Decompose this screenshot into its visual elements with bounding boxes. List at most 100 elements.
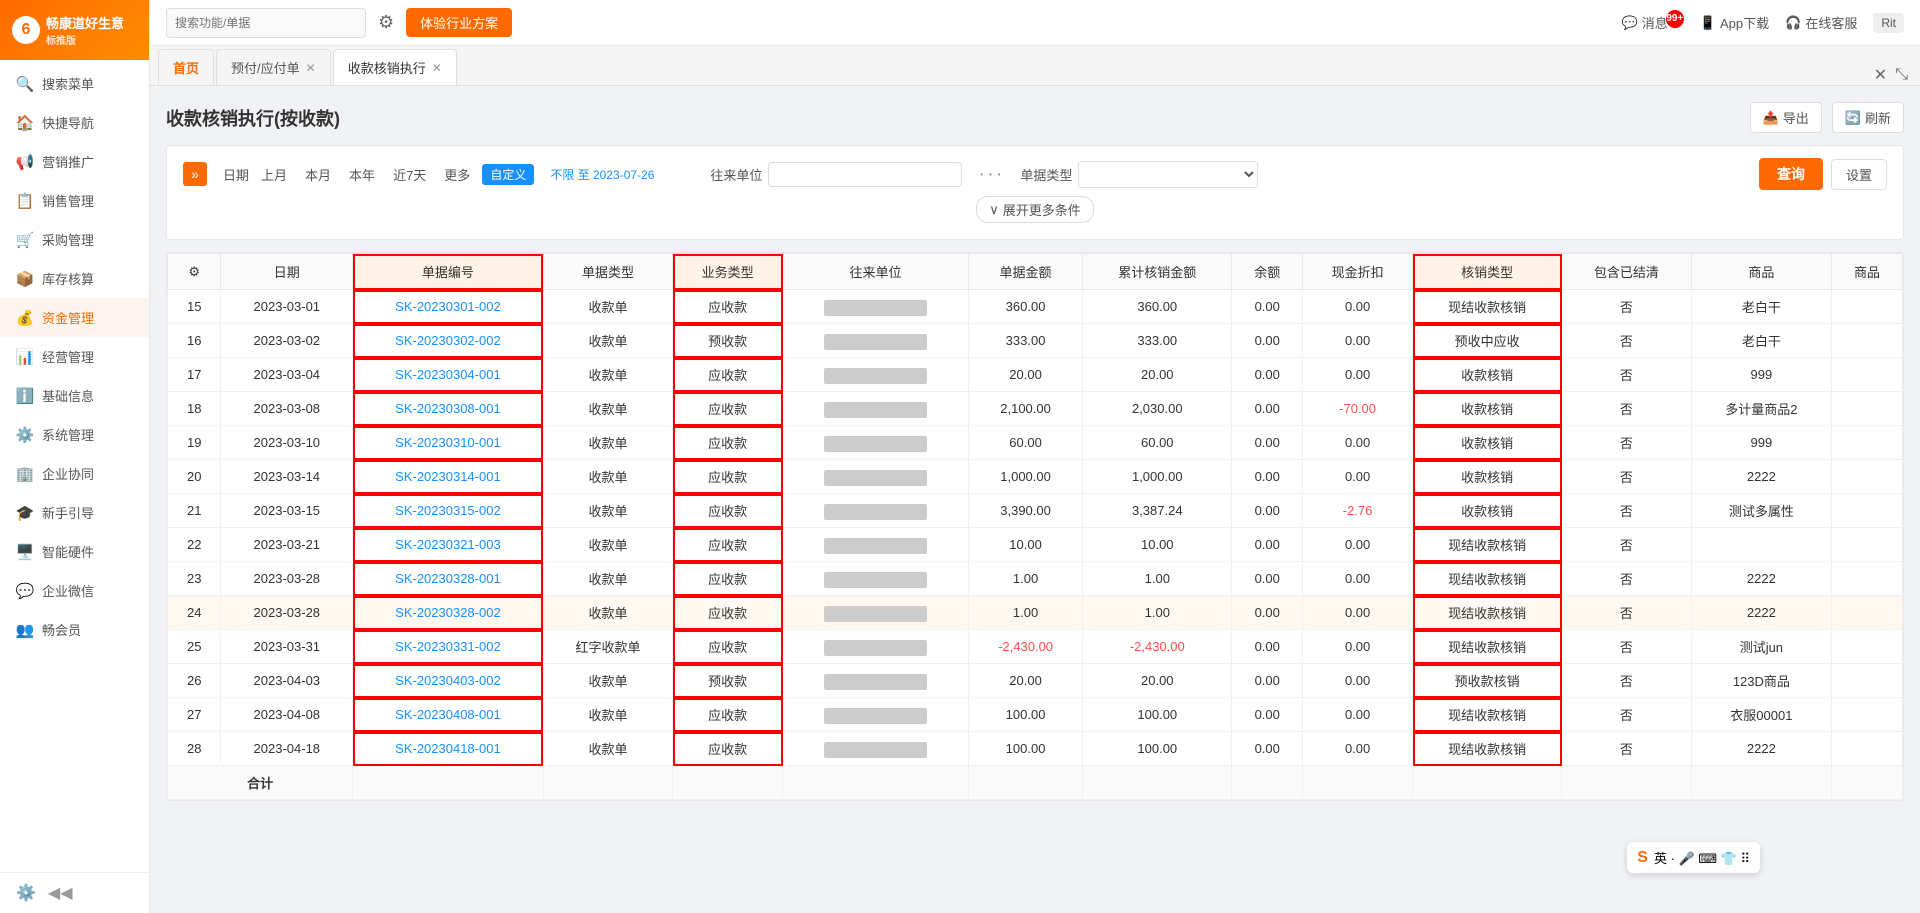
col-discount[interactable]: 现金折扣 <box>1303 254 1413 290</box>
sidebar-item-search[interactable]: 🔍 搜索菜单 <box>0 64 149 103</box>
table-row[interactable]: 24 2023-03-28 SK-20230328-002 收款单 应收款 ██… <box>168 596 1903 630</box>
cell-write-off-type: 现结收款核销 <box>1413 630 1562 664</box>
col-counterpart[interactable]: 往来单位 <box>783 254 969 290</box>
cell-biz-type: 应收款 <box>673 290 783 324</box>
solution-button[interactable]: 体验行业方案 <box>406 8 512 37</box>
sidebar-item-hardware[interactable]: 🖥️ 智能硬件 <box>0 532 149 571</box>
close-payable-tab[interactable]: ✕ <box>306 61 316 75</box>
table-row[interactable]: 25 2023-03-31 SK-20230331-002 红字收款单 应收款 … <box>168 630 1903 664</box>
sidebar-item-sales[interactable]: 📋 销售管理 <box>0 181 149 220</box>
table-row[interactable]: 26 2023-04-03 SK-20230403-002 收款单 预收款 ██… <box>168 664 1903 698</box>
gear-icon[interactable]: ⚙ <box>378 12 394 33</box>
voucher-link[interactable]: SK-20230328-001 <box>395 571 501 586</box>
sidebar-item-marketing[interactable]: 📢 营销推广 <box>0 142 149 181</box>
voucher-link[interactable]: SK-20230315-002 <box>395 503 501 518</box>
tab-payable[interactable]: 预付/应付单 ✕ <box>216 49 331 85</box>
voucher-link[interactable]: SK-20230408-001 <box>395 707 501 722</box>
col-date[interactable]: 日期 <box>221 254 353 290</box>
export-button[interactable]: 📤 导出 <box>1750 102 1822 133</box>
sidebar-item-finance[interactable]: 💰 资金管理 <box>0 298 149 337</box>
table-row[interactable]: 23 2023-03-28 SK-20230328-001 收款单 应收款 ██… <box>168 562 1903 596</box>
close-receipt-tab[interactable]: ✕ <box>432 61 442 75</box>
col-amount[interactable]: 单据金额 <box>968 254 1082 290</box>
col-gear[interactable]: ⚙ <box>168 254 221 290</box>
table-row[interactable]: 18 2023-03-08 SK-20230308-001 收款单 应收款 ██… <box>168 392 1903 426</box>
voucher-link[interactable]: SK-20230304-001 <box>395 367 501 382</box>
table-row[interactable]: 15 2023-03-01 SK-20230301-002 收款单 应收款 ██… <box>168 290 1903 324</box>
date-this-year[interactable]: 本年 <box>343 163 381 186</box>
date-custom-button[interactable]: 自定义 <box>482 164 534 185</box>
refresh-button[interactable]: 🔄 刷新 <box>1832 102 1904 133</box>
table-row[interactable]: 20 2023-03-14 SK-20230314-001 收款单 应收款 ██… <box>168 460 1903 494</box>
counterpart-input[interactable] <box>768 162 962 187</box>
sidebar-item-member[interactable]: 👥 畅会员 <box>0 610 149 649</box>
guide-icon: 🎓 <box>16 504 34 522</box>
collapse-icon[interactable]: ◀◀ <box>48 883 73 903</box>
col-voucher-type[interactable]: 单据类型 <box>543 254 673 290</box>
col-write-off[interactable]: 累计核销金额 <box>1083 254 1232 290</box>
cell-write-off-type: 现结收款核销 <box>1413 562 1562 596</box>
service-action[interactable]: 🎧 在线客服 <box>1785 13 1857 32</box>
cell-amount: 10.00 <box>968 528 1082 562</box>
voucher-type-select[interactable] <box>1078 161 1258 188</box>
close-tab-button[interactable]: ✕ <box>1874 65 1887 85</box>
date-more[interactable]: 更多 <box>438 163 476 186</box>
date-7days[interactable]: 近7天 <box>387 163 432 186</box>
voucher-link[interactable]: SK-20230308-001 <box>395 401 501 416</box>
sidebar-item-wechat[interactable]: 💬 企业微信 <box>0 571 149 610</box>
voucher-link[interactable]: SK-20230310-001 <box>395 435 501 450</box>
sidebar-item-system[interactable]: ⚙️ 系统管理 <box>0 415 149 454</box>
table-row[interactable]: 17 2023-03-04 SK-20230304-001 收款单 应收款 ██… <box>168 358 1903 392</box>
expand-button[interactable]: ∨ 展开更多条件 <box>976 196 1094 223</box>
table-row[interactable]: 19 2023-03-10 SK-20230310-001 收款单 应收款 ██… <box>168 426 1903 460</box>
service-icon: 🎧 <box>1785 15 1801 31</box>
sidebar-item-operations[interactable]: 📊 经营管理 <box>0 337 149 376</box>
sidebar: 6 畅康道好生意 标推版 🔍 搜索菜单 🏠 快捷导航 📢 营销推广 📋 销售管理… <box>0 0 150 913</box>
voucher-link[interactable]: SK-20230321-003 <box>395 537 501 552</box>
voucher-link[interactable]: SK-20230418-001 <box>395 741 501 756</box>
filter-toggle-button[interactable]: » <box>183 162 207 186</box>
settings-button[interactable]: 设置 <box>1831 159 1887 190</box>
user-avatar[interactable]: Rit <box>1873 13 1904 33</box>
tab-receipt[interactable]: 收款核销执行 ✕ <box>333 49 457 85</box>
receipt-tab-label: 收款核销执行 <box>348 58 426 77</box>
sidebar-item-basic[interactable]: ℹ️ 基础信息 <box>0 376 149 415</box>
cell-discount: 0.00 <box>1303 528 1413 562</box>
app-download-action[interactable]: 📱 App下载 <box>1700 13 1769 32</box>
table-row[interactable]: 22 2023-03-21 SK-20230321-003 收款单 应收款 ██… <box>168 528 1903 562</box>
col-write-off-type[interactable]: 核销类型 <box>1413 254 1562 290</box>
message-action[interactable]: 💬 消息 99+ <box>1622 13 1684 32</box>
table-row[interactable]: 16 2023-03-02 SK-20230302-002 收款单 预收款 ██… <box>168 324 1903 358</box>
voucher-link[interactable]: SK-20230328-002 <box>395 605 501 620</box>
sidebar-item-guide[interactable]: 🎓 新手引导 <box>0 493 149 532</box>
voucher-link[interactable]: SK-20230314-001 <box>395 469 501 484</box>
cell-balance: 0.00 <box>1232 596 1303 630</box>
sidebar-item-purchase[interactable]: 🛒 采购管理 <box>0 220 149 259</box>
query-button[interactable]: 查询 <box>1759 158 1823 190</box>
sidebar-item-inventory[interactable]: 📦 库存核算 <box>0 259 149 298</box>
voucher-link[interactable]: SK-20230302-002 <box>395 333 501 348</box>
sidebar-item-shortcut[interactable]: 🏠 快捷导航 <box>0 103 149 142</box>
col-voucher-no[interactable]: 单据编号 <box>353 254 544 290</box>
table-row[interactable]: 21 2023-03-15 SK-20230315-002 收款单 应收款 ██… <box>168 494 1903 528</box>
col-biz-type[interactable]: 业务类型 <box>673 254 783 290</box>
voucher-link[interactable]: SK-20230403-002 <box>395 673 501 688</box>
sidebar-item-enterprise[interactable]: 🏢 企业协同 <box>0 454 149 493</box>
col-include-cleared[interactable]: 包含已结清 <box>1562 254 1692 290</box>
col-goods[interactable]: 商品 <box>1691 254 1831 290</box>
search-input[interactable] <box>175 16 357 30</box>
date-this-month[interactable]: 本月 <box>299 163 337 186</box>
tab-home[interactable]: 首页 <box>158 49 214 85</box>
cell-voucher-no: SK-20230304-001 <box>353 358 544 392</box>
cell-voucher-type: 收款单 <box>543 290 673 324</box>
table-row[interactable]: 28 2023-04-18 SK-20230418-001 收款单 应收款 ██… <box>168 732 1903 766</box>
maximize-button[interactable]: ⤡ <box>1895 66 1908 84</box>
voucher-link[interactable]: SK-20230301-002 <box>395 299 501 314</box>
table-row[interactable]: 27 2023-04-08 SK-20230408-001 收款单 应收款 ██… <box>168 698 1903 732</box>
col-balance[interactable]: 余额 <box>1232 254 1303 290</box>
date-prev-month[interactable]: 上月 <box>255 163 293 186</box>
col-goods2[interactable]: 商品 <box>1832 254 1903 290</box>
settings-icon[interactable]: ⚙️ <box>16 883 36 903</box>
voucher-link[interactable]: SK-20230331-002 <box>395 639 501 654</box>
cell-amount: 360.00 <box>968 290 1082 324</box>
